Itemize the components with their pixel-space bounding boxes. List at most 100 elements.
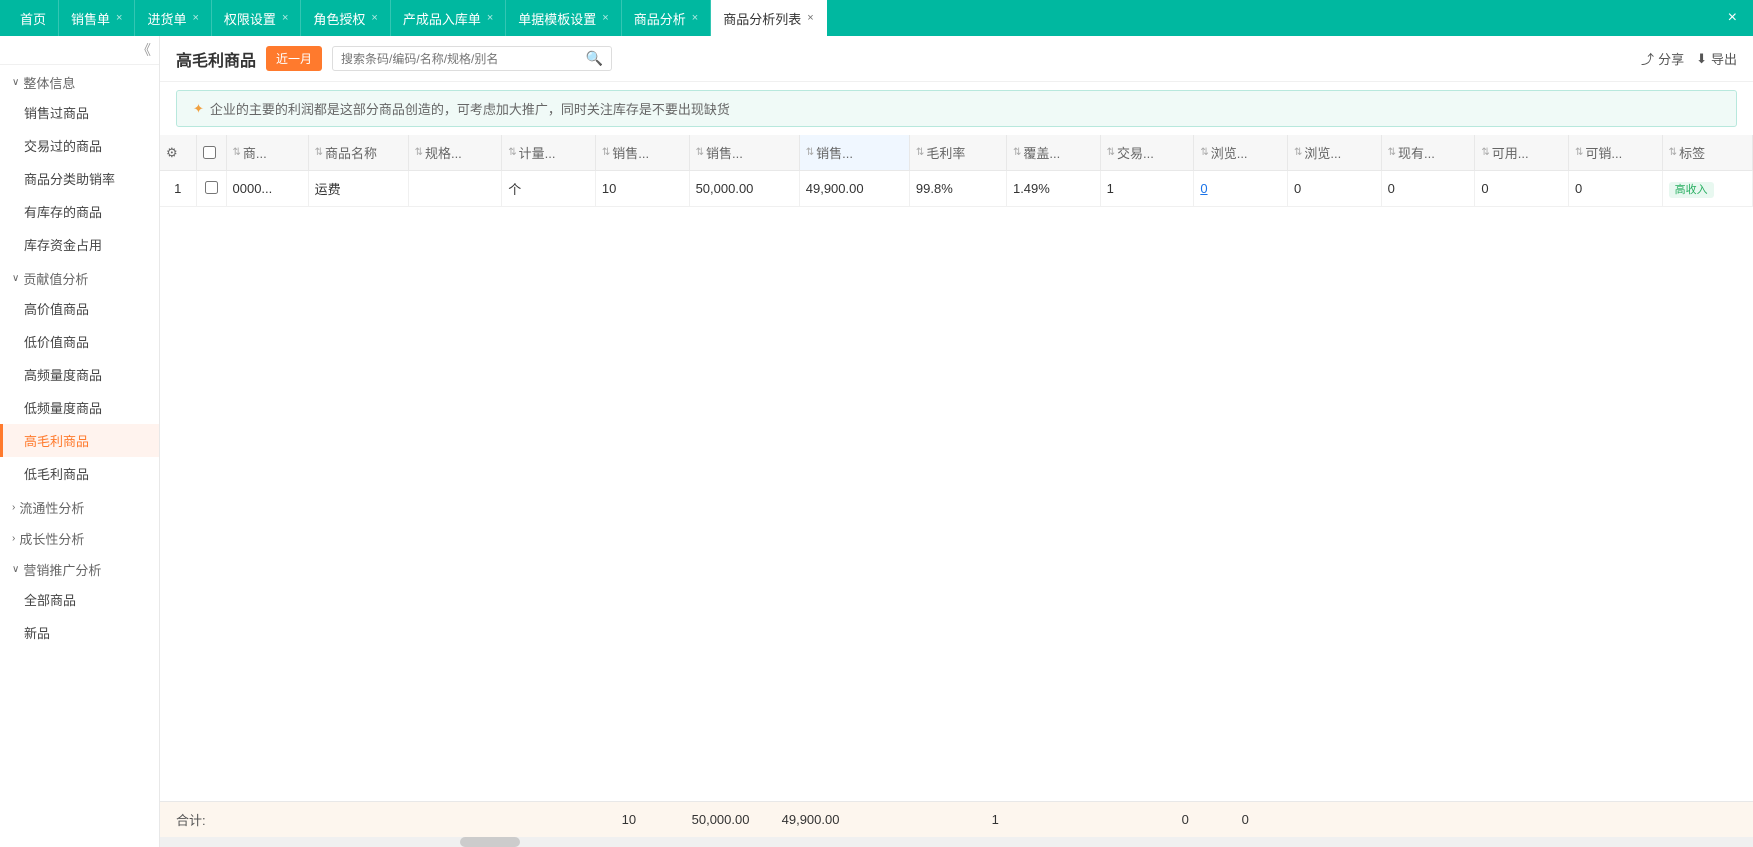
total-available1: 0 — [1182, 812, 1242, 827]
export-button[interactable]: ⬇ 导出 — [1696, 49, 1737, 68]
cell-browse1[interactable]: 0 — [1194, 171, 1288, 207]
sidebar-item-low-value[interactable]: 低价值商品 — [0, 325, 159, 358]
footer-total: 合计: 10 50,000.00 49,900.00 1 0 0 — [160, 801, 1753, 837]
sidebar-item-in-stock[interactable]: 有库存的商品 — [0, 195, 159, 228]
arrow-icon: › — [12, 502, 15, 513]
tab-template-settings[interactable]: 单据模板设置 × — [506, 0, 621, 36]
sidebar-item-high-freq[interactable]: 高频量度商品 — [0, 358, 159, 391]
sidebar: 《 ∨ 整体信息 销售过商品 交易过的商品 商品分类助销率 有库存的商品 库存资… — [0, 36, 160, 847]
sidebar-group-growth[interactable]: › 成长性分析 — [0, 521, 159, 552]
col-sales-cost[interactable]: ⇅ 销售... — [799, 135, 909, 171]
sidebar-item-new-goods[interactable]: 新品 — [0, 616, 159, 649]
cell-sales-cost: 49,900.00 — [799, 171, 909, 207]
sidebar-group-finance[interactable]: ∨ 贡献值分析 — [0, 261, 159, 292]
col-settings[interactable]: ⚙ — [160, 135, 196, 171]
horizontal-scrollbar[interactable] — [160, 837, 1753, 847]
filter-period-button[interactable]: 近一月 — [266, 46, 322, 71]
sidebar-group-marketing[interactable]: ∨ 营销推广分析 — [0, 552, 159, 583]
close-icon[interactable]: × — [192, 12, 198, 24]
sidebar-item-all-goods[interactable]: 全部商品 — [0, 583, 159, 616]
col-checkbox[interactable] — [196, 135, 226, 171]
collapse-icon[interactable]: 《 — [137, 40, 151, 60]
col-browse2[interactable]: ⇅ 浏览... — [1287, 135, 1381, 171]
sidebar-item-stock-occupy[interactable]: 库存资金占用 — [0, 228, 159, 261]
total-trade: 1 — [992, 812, 1062, 827]
col-available1[interactable]: ⇅ 现有... — [1381, 135, 1475, 171]
sidebar-item-low-freq[interactable]: 低频量度商品 — [0, 391, 159, 424]
table-container: ⚙ ⇅ 商... ⇅ — [160, 135, 1753, 801]
share-button[interactable]: ⤴ 分享 — [1641, 49, 1684, 68]
col-name[interactable]: ⇅ 商品名称 — [308, 135, 408, 171]
search-icon[interactable]: 🔍 — [586, 50, 603, 67]
tab-goods-analysis[interactable]: 商品分析 × — [622, 0, 711, 36]
col-margin-rate[interactable]: ⇅ 毛利率 — [909, 135, 1006, 171]
col-sales-qty[interactable]: ⇅ 销售... — [595, 135, 689, 171]
data-table: ⚙ ⇅ 商... ⇅ — [160, 135, 1753, 207]
row-checkbox[interactable] — [205, 181, 218, 194]
export-icon: ⬇ — [1696, 51, 1707, 67]
sort-icon: ⇅ — [696, 147, 704, 158]
tab-product-inbound[interactable]: 产成品入库单 × — [391, 0, 506, 36]
page-title: 高毛利商品 — [176, 47, 256, 71]
close-icon[interactable]: × — [371, 12, 377, 24]
sidebar-group-label: 流通性分析 — [19, 498, 84, 517]
col-trade[interactable]: ⇅ 交易... — [1100, 135, 1194, 171]
cell-name: 运费 — [308, 171, 408, 207]
content-header: 高毛利商品 近一月 🔍 ⤴ 分享 ⬇ 导出 — [160, 36, 1753, 82]
col-browse1[interactable]: ⇅ 浏览... — [1194, 135, 1288, 171]
scroll-thumb[interactable] — [460, 837, 520, 847]
sidebar-item-high-value[interactable]: 高价值商品 — [0, 292, 159, 325]
col-tag[interactable]: ⇅ 标签 — [1662, 135, 1752, 171]
sort-icon: ⇅ — [1481, 147, 1489, 158]
close-icon[interactable]: × — [116, 12, 122, 24]
sidebar-toggle[interactable]: 《 — [0, 36, 159, 65]
cell-trade: 1 — [1100, 171, 1194, 207]
close-icon[interactable]: × — [692, 12, 698, 24]
table-header-row: ⚙ ⇅ 商... ⇅ — [160, 135, 1753, 171]
cell-checkbox[interactable] — [196, 171, 226, 207]
cell-code: 0000... — [226, 171, 308, 207]
sort-icon: ⇅ — [1669, 147, 1677, 158]
tab-role-auth[interactable]: 角色授权 × — [301, 0, 390, 36]
close-icon[interactable]: × — [282, 12, 288, 24]
close-icon[interactable]: × — [602, 12, 608, 24]
sidebar-group-flow[interactable]: › 流通性分析 — [0, 490, 159, 521]
close-all-button[interactable]: × — [1720, 9, 1745, 27]
col-available2[interactable]: ⇅ 可用... — [1475, 135, 1569, 171]
total-available2: 0 — [1242, 812, 1302, 827]
content-area: 高毛利商品 近一月 🔍 ⤴ 分享 ⬇ 导出 ✦ 企业的主要的利润都是这部分商品创… — [160, 36, 1753, 847]
sidebar-item-sales-goods[interactable]: 销售过商品 — [0, 96, 159, 129]
total-sales-cost: 49,900.00 — [782, 812, 872, 827]
tab-permission-settings[interactable]: 权限设置 × — [212, 0, 301, 36]
close-icon[interactable]: × — [487, 12, 493, 24]
search-input[interactable] — [341, 52, 580, 66]
sort-icon: ⇅ — [1200, 147, 1208, 158]
sidebar-group-label: 贡献值分析 — [23, 269, 88, 288]
tab-home[interactable]: 首页 — [8, 0, 59, 36]
col-code[interactable]: ⇅ 商... — [226, 135, 308, 171]
sidebar-item-category-assist[interactable]: 商品分类助销率 — [0, 162, 159, 195]
total-sales-amt: 50,000.00 — [692, 812, 782, 827]
col-cover[interactable]: ⇅ 覆盖... — [1006, 135, 1100, 171]
col-sellable[interactable]: ⇅ 可销... — [1569, 135, 1663, 171]
col-sales-amt[interactable]: ⇅ 销售... — [689, 135, 799, 171]
col-unit[interactable]: ⇅ 计量... — [502, 135, 596, 171]
cell-unit: 个 — [502, 171, 596, 207]
browse1-link[interactable]: 0 — [1200, 181, 1207, 196]
tab-sales-order[interactable]: 销售单 × — [59, 0, 135, 36]
sort-icon: ⇅ — [1013, 147, 1021, 158]
header-actions: ⤴ 分享 ⬇ 导出 — [1641, 49, 1737, 68]
close-icon[interactable]: × — [807, 12, 813, 24]
col-spec[interactable]: ⇅ 规格... — [408, 135, 502, 171]
sidebar-item-low-margin[interactable]: 低毛利商品 — [0, 457, 159, 490]
sidebar-item-high-margin[interactable]: 高毛利商品 — [0, 424, 159, 457]
select-all-checkbox[interactable] — [203, 146, 216, 159]
sidebar-group-label: 营销推广分析 — [23, 560, 101, 579]
sidebar-group-overall[interactable]: ∨ 整体信息 — [0, 65, 159, 96]
tab-goods-analysis-list[interactable]: 商品分析列表 × — [711, 0, 826, 36]
cell-spec — [408, 171, 502, 207]
sort-icon: ⇅ — [233, 147, 241, 158]
sidebar-item-traded-goods[interactable]: 交易过的商品 — [0, 129, 159, 162]
sort-icon: ⇅ — [415, 147, 423, 158]
tab-purchase-order[interactable]: 进货单 × — [135, 0, 211, 36]
